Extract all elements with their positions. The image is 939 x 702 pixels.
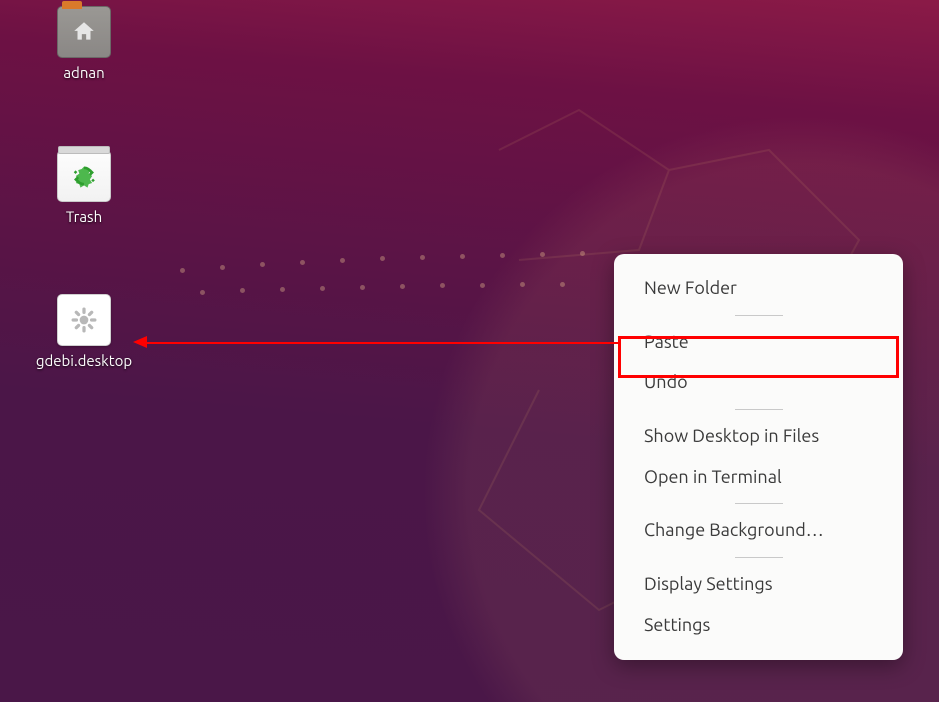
menu-separator: [735, 503, 783, 504]
desktop-context-menu: New Folder Paste Undo Show Desktop in Fi…: [614, 254, 903, 660]
menu-item-paste[interactable]: Paste: [614, 322, 903, 363]
menu-item-display-settings[interactable]: Display Settings: [614, 564, 903, 605]
ubuntu-desktop[interactable]: adnan Trash gdebi.desktop New Folder Pas…: [0, 0, 939, 702]
menu-separator: [735, 409, 783, 410]
wallpaper-dots: [180, 240, 620, 300]
menu-separator: [735, 557, 783, 558]
file-icon: [57, 294, 111, 346]
desktop-icon-label: Trash: [66, 208, 102, 225]
menu-item-settings[interactable]: Settings: [614, 605, 903, 646]
desktop-icon-trash[interactable]: Trash: [24, 150, 144, 225]
trash-icon: [57, 150, 111, 202]
annotation-arrow: [147, 342, 618, 344]
folder-home-icon: [57, 6, 111, 58]
desktop-icon-home[interactable]: adnan: [24, 6, 144, 81]
desktop-icon-file-gdebi[interactable]: gdebi.desktop: [24, 294, 144, 369]
menu-item-new-folder[interactable]: New Folder: [614, 268, 903, 309]
desktop-icon-label: gdebi.desktop: [36, 352, 132, 369]
menu-item-undo[interactable]: Undo: [614, 362, 903, 403]
menu-item-show-desktop-in-files[interactable]: Show Desktop in Files: [614, 416, 903, 457]
menu-item-change-background[interactable]: Change Background…: [614, 510, 903, 551]
menu-separator: [735, 315, 783, 316]
menu-item-open-in-terminal[interactable]: Open in Terminal: [614, 457, 903, 498]
desktop-icon-label: adnan: [63, 64, 104, 81]
